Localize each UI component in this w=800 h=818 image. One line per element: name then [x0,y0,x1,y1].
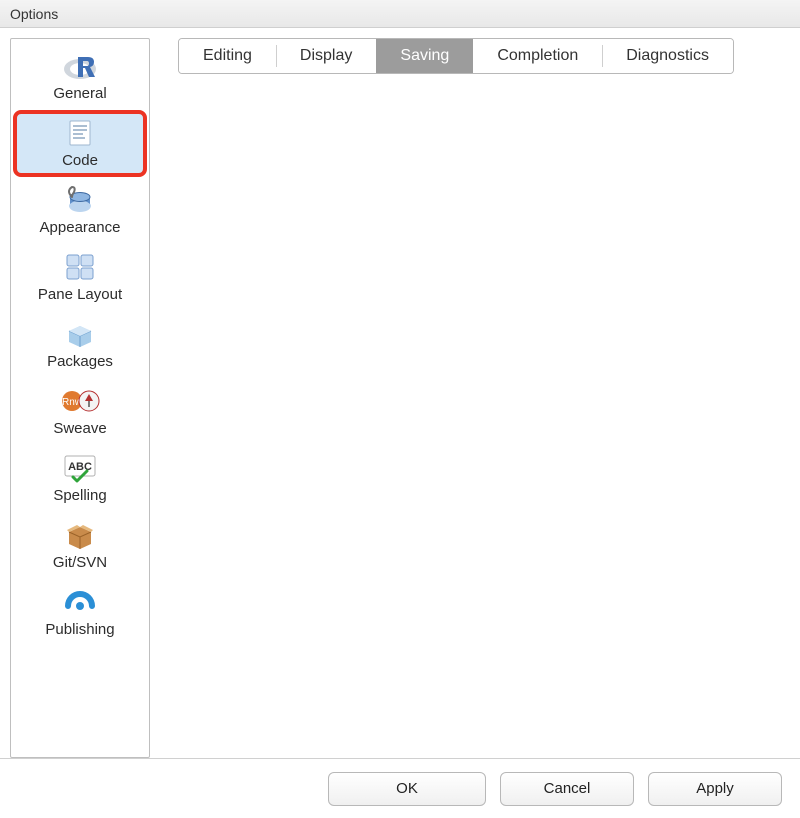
body-area: General Code [0,28,800,758]
sidebar-item-label: Packages [47,353,113,370]
sidebar-item-appearance[interactable]: Appearance [11,177,149,244]
titlebar: Options [0,0,800,28]
default-encoding-group: Default text encoding: Change... [185,267,769,361]
tab-display[interactable]: Display [276,39,376,73]
options-sidebar: General Code [10,38,150,758]
sidebar-item-label: Sweave [53,420,106,437]
general-heading: General [185,95,769,113]
sidebar-item-git-svn[interactable]: Git/SVN [11,512,149,579]
select-arrows-icon [502,230,522,256]
document-icon [60,116,100,150]
sidebar-item-sweave[interactable]: Rnw Sweave [11,378,149,445]
strip-whitespace-row[interactable]: Strip trailing horizontal whitespace whe… [193,156,769,173]
sidebar-item-label: Publishing [45,621,114,638]
options-window: Options General [0,0,800,818]
cancel-button[interactable]: Cancel [500,772,634,806]
saving-panel: General Ensure that source files end wit… [164,54,790,758]
ensure-newline-label: Ensure that source files end with newlin… [217,125,489,142]
ok-button[interactable]: OK [328,772,486,806]
spellcheck-icon: ABC [60,451,100,485]
encoding-input[interactable] [203,309,636,339]
line-ending-select[interactable]: Platform Native [361,229,523,257]
sidebar-item-general[interactable]: General [11,43,149,110]
main-panel: Editing Display Saving Completion Diagno… [164,38,790,758]
change-button[interactable]: Change... [648,307,751,341]
dialog-footer: OK Cancel Apply [0,758,800,818]
sidebar-item-spelling[interactable]: ABC Spelling [11,445,149,512]
serialization-heading: Serialization [185,199,769,217]
tab-saving[interactable]: Saving [376,39,473,73]
tabbar: Editing Display Saving Completion Diagno… [178,38,734,74]
strip-whitespace-label: Strip trailing horizontal whitespace whe… [217,156,532,173]
panes-icon [60,250,100,284]
line-ending-value: Platform Native [362,235,502,252]
package-open-icon [60,518,100,552]
apply-button[interactable]: Apply [648,772,782,806]
sweave-icon: Rnw [60,384,100,418]
tab-editing[interactable]: Editing [179,39,276,73]
line-ending-row: Line ending conversion: Platform Native [193,229,769,257]
sidebar-item-label: General [53,85,106,102]
sidebar-item-label: Pane Layout [38,286,122,303]
tab-diagnostics[interactable]: Diagnostics [602,39,733,73]
line-ending-label: Line ending conversion: [193,235,351,252]
sidebar-item-label: Git/SVN [53,554,107,571]
window-title: Options [10,6,58,22]
sidebar-item-label: Appearance [40,219,121,236]
sidebar-item-packages[interactable]: Packages [11,311,149,378]
sidebar-item-label: Code [62,152,98,169]
sidebar-item-publishing[interactable]: Publishing [11,579,149,646]
publishing-icon [60,585,100,619]
sidebar-item-label: Spelling [53,487,106,504]
box-icon [60,317,100,351]
encoding-label: Default text encoding: [203,281,751,299]
checkbox-icon[interactable] [193,157,209,173]
r-logo-icon [60,49,100,83]
tab-completion[interactable]: Completion [473,39,602,73]
sidebar-item-code[interactable]: Code [13,110,147,177]
paint-bucket-icon [60,183,100,217]
sidebar-item-pane-layout[interactable]: Pane Layout [11,244,149,311]
ensure-newline-row[interactable]: Ensure that source files end with newlin… [193,125,769,142]
checkbox-icon[interactable] [193,126,209,142]
